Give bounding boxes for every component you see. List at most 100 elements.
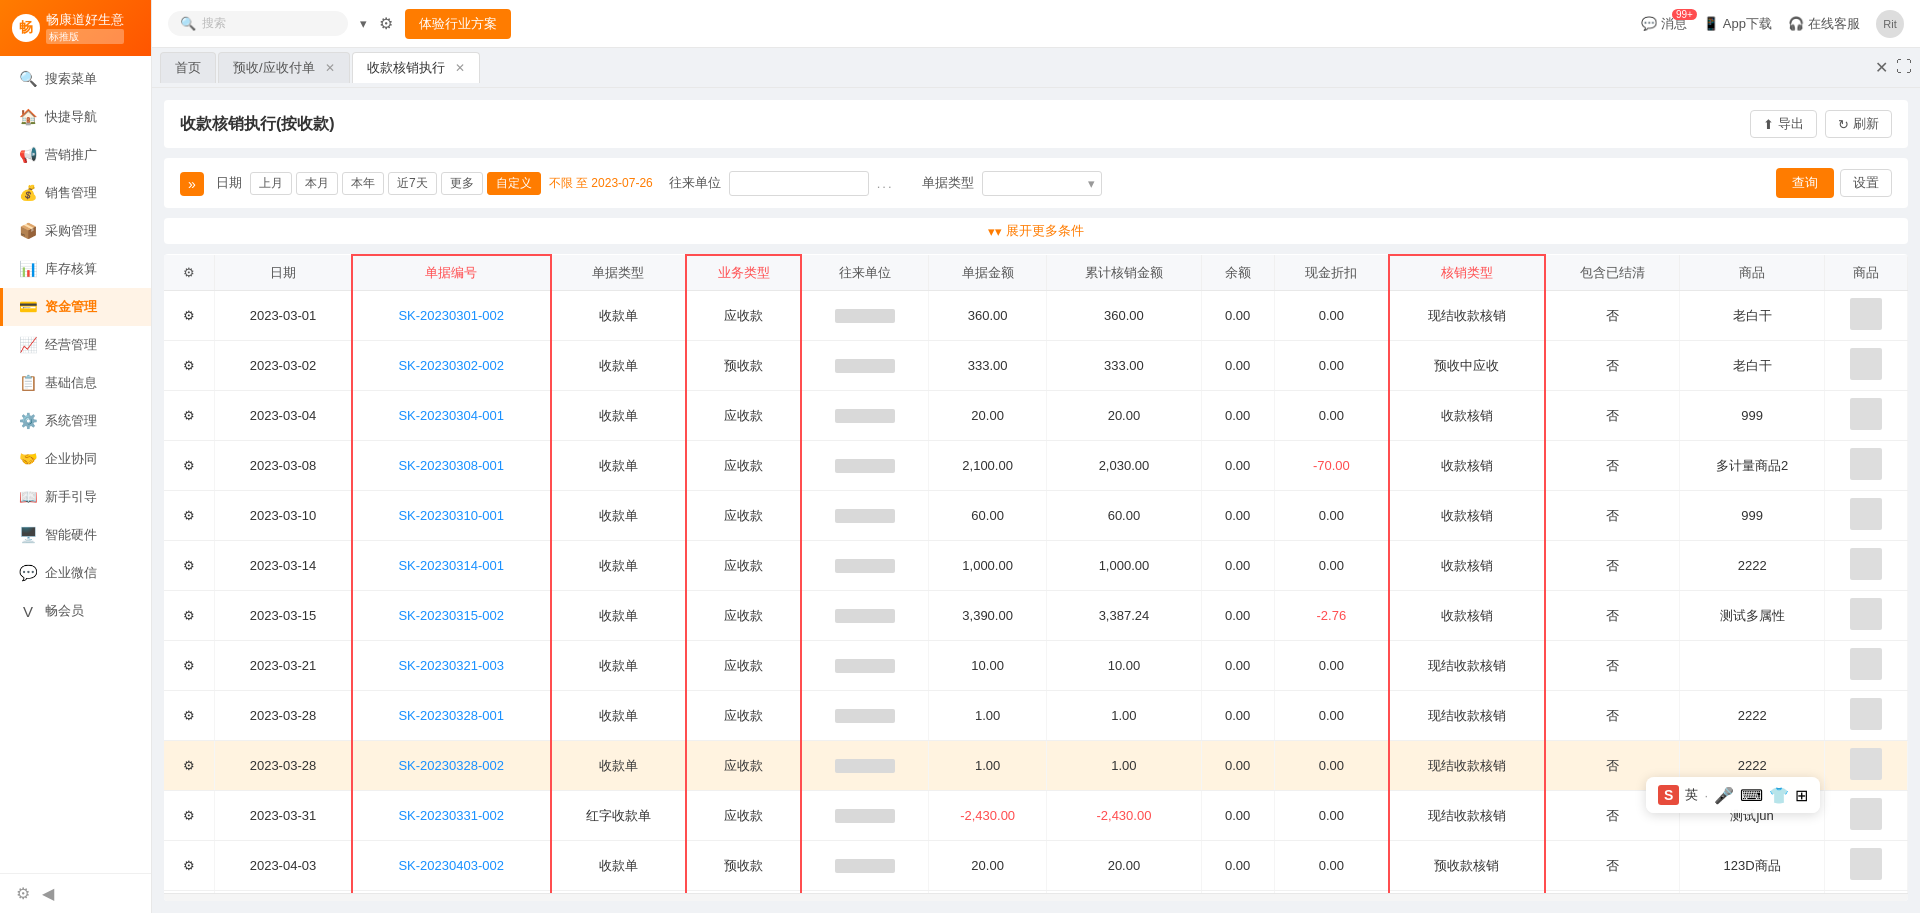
expand-more-row[interactable]: ▾▾ 展开更多条件 xyxy=(164,218,1908,244)
expand-icon[interactable]: ⛶ xyxy=(1896,58,1912,77)
message-button[interactable]: 💬 消息 99+ xyxy=(1641,15,1687,33)
sidebar-item-inventory[interactable]: 📊库存核算 xyxy=(0,250,151,288)
tab-receipt[interactable]: 收款核销执行✕ xyxy=(352,52,480,83)
date-option-上月[interactable]: 上月 xyxy=(250,172,292,195)
grid-icon[interactable]: ⊞ xyxy=(1795,786,1808,805)
filter-expand-button[interactable]: » xyxy=(180,172,204,196)
tab-close-icon[interactable]: ✕ xyxy=(455,61,465,75)
sidebar-item-member[interactable]: V畅会员 xyxy=(0,592,151,630)
date-option-近7天[interactable]: 近7天 xyxy=(388,172,437,195)
bill-number-link[interactable]: SK-20230315-002 xyxy=(398,608,504,623)
shirt-icon[interactable]: 👕 xyxy=(1769,786,1789,805)
bill-number-link[interactable]: SK-20230302-002 xyxy=(398,358,504,373)
bill-number-link[interactable]: SK-20230304-001 xyxy=(398,408,504,423)
bill-number-link[interactable]: SK-20230314-001 xyxy=(398,558,504,573)
sidebar-item-basic[interactable]: 📋基础信息 xyxy=(0,364,151,402)
cell-bill_no[interactable]: SK-20230302-002 xyxy=(352,341,551,391)
keyboard-icon[interactable]: ⌨ xyxy=(1740,786,1763,805)
sidebar-item-label: 经营管理 xyxy=(45,336,97,354)
date-option-本月[interactable]: 本月 xyxy=(296,172,338,195)
bill-number-link[interactable]: SK-20230321-003 xyxy=(398,658,504,673)
close-icon[interactable]: ✕ xyxy=(1875,58,1888,77)
table-scrollbar[interactable] xyxy=(164,893,1908,901)
sidebar-item-sales[interactable]: 💰销售管理 xyxy=(0,174,151,212)
gear-icon[interactable]: ⚙ xyxy=(183,858,195,873)
cell-bill_type: 收款单 xyxy=(551,441,687,491)
bill-number-link[interactable]: SK-20230328-001 xyxy=(398,708,504,723)
gear-icon[interactable]: ⚙ xyxy=(183,608,195,623)
partner-label: 往来单位 xyxy=(669,174,721,192)
cell-bill_no[interactable]: SK-20230315-002 xyxy=(352,591,551,641)
partner-search-dots[interactable]: ... xyxy=(877,176,894,191)
cell-amount: 20.00 xyxy=(928,841,1046,891)
cell-date: 2023-03-31 xyxy=(215,791,352,841)
col-header-bill_no: 单据编号 xyxy=(352,255,551,291)
sidebar-item-search[interactable]: 🔍搜索菜单 xyxy=(0,60,151,98)
mic-icon[interactable]: 🎤 xyxy=(1714,786,1734,805)
gear-icon[interactable]: ⚙ xyxy=(183,308,195,323)
cell-balance: 0.00 xyxy=(1201,341,1274,391)
sidebar-item-finance[interactable]: 💳资金管理 xyxy=(0,288,151,326)
tab-prepay[interactable]: 预收/应收付单✕ xyxy=(218,52,350,83)
partner-input[interactable] xyxy=(729,171,869,196)
cell-bill_no[interactable]: SK-20230314-001 xyxy=(352,541,551,591)
setting-button[interactable]: 设置 xyxy=(1840,169,1892,197)
cell-balance: 0.00 xyxy=(1201,441,1274,491)
sidebar-item-marketing[interactable]: 📢营销推广 xyxy=(0,136,151,174)
settings-icon[interactable]: ⚙ xyxy=(16,884,30,903)
sidebar-item-guide[interactable]: 📖新手引导 xyxy=(0,478,151,516)
cell-cancel_type: 预收中应收 xyxy=(1389,341,1545,391)
cell-bill_no[interactable]: SK-20230403-002 xyxy=(352,841,551,891)
cell-write_off: 1.00 xyxy=(1047,741,1201,791)
online-service-button[interactable]: 🎧 在线客服 xyxy=(1788,15,1860,33)
sidebar-item-purchase[interactable]: 📦采购管理 xyxy=(0,212,151,250)
cell-bill_no[interactable]: SK-20230328-002 xyxy=(352,741,551,791)
gear-icon[interactable]: ⚙ xyxy=(183,658,195,673)
bill-number-link[interactable]: SK-20230403-002 xyxy=(398,858,504,873)
collapse-icon[interactable]: ◀ xyxy=(42,884,54,903)
gear-icon[interactable]: ⚙ xyxy=(183,408,195,423)
sidebar-item-system[interactable]: ⚙️系统管理 xyxy=(0,402,151,440)
cell-cancel_type: 现结收款核销 xyxy=(1389,741,1545,791)
sidebar-item-quicknav[interactable]: 🏠快捷导航 xyxy=(0,98,151,136)
cell-bill_no[interactable]: SK-20230310-001 xyxy=(352,491,551,541)
tab-close-icon[interactable]: ✕ xyxy=(325,61,335,75)
gear-icon[interactable]: ⚙ xyxy=(183,758,195,773)
cell-bill_no[interactable]: SK-20230308-001 xyxy=(352,441,551,491)
cell-bill_type: 收款单 xyxy=(551,641,687,691)
bill-number-link[interactable]: SK-20230310-001 xyxy=(398,508,504,523)
voucher-type-select[interactable] xyxy=(982,171,1102,196)
solution-button[interactable]: 体验行业方案 xyxy=(405,9,511,39)
user-avatar[interactable]: Rit xyxy=(1876,10,1904,38)
tab-home[interactable]: 首页 xyxy=(160,52,216,83)
bill-number-link[interactable]: SK-20230328-002 xyxy=(398,758,504,773)
query-button[interactable]: 查询 xyxy=(1776,168,1834,198)
date-custom-button[interactable]: 自定义 xyxy=(487,172,541,195)
bill-number-link[interactable]: SK-20230301-002 xyxy=(398,308,504,323)
cell-bill_no[interactable]: SK-20230301-002 xyxy=(352,291,551,341)
refresh-button[interactable]: ↻ 刷新 xyxy=(1825,110,1892,138)
gear-icon[interactable]: ⚙ xyxy=(183,458,195,473)
cell-bill_no[interactable]: SK-20230328-001 xyxy=(352,691,551,741)
gear-icon[interactable]: ⚙ xyxy=(183,558,195,573)
date-option-更多[interactable]: 更多 xyxy=(441,172,483,195)
gear-icon[interactable]: ⚙ xyxy=(183,358,195,373)
gear-icon[interactable]: ⚙ xyxy=(183,508,195,523)
topbar-dropdown[interactable]: ▾ xyxy=(360,16,367,31)
export-button[interactable]: ⬆ 导出 xyxy=(1750,110,1817,138)
gear-icon[interactable]: ⚙ xyxy=(183,708,195,723)
cell-bill_no[interactable]: SK-20230304-001 xyxy=(352,391,551,441)
global-search-box[interactable]: 🔍 搜索 xyxy=(168,11,348,36)
gear-icon[interactable]: ⚙ xyxy=(379,14,393,33)
gear-icon[interactable]: ⚙ xyxy=(183,808,195,823)
cell-bill_no[interactable]: SK-20230331-002 xyxy=(352,791,551,841)
sidebar-item-wechat[interactable]: 💬企业微信 xyxy=(0,554,151,592)
date-option-本年[interactable]: 本年 xyxy=(342,172,384,195)
bill-number-link[interactable]: SK-20230308-001 xyxy=(398,458,504,473)
sidebar-item-enterprise[interactable]: 🤝企业协同 xyxy=(0,440,151,478)
sidebar-item-hardware[interactable]: 🖥️智能硬件 xyxy=(0,516,151,554)
sidebar-item-operation[interactable]: 📈经营管理 xyxy=(0,326,151,364)
app-download-button[interactable]: 📱 App下载 xyxy=(1703,15,1772,33)
cell-bill_no[interactable]: SK-20230321-003 xyxy=(352,641,551,691)
bill-number-link[interactable]: SK-20230331-002 xyxy=(398,808,504,823)
